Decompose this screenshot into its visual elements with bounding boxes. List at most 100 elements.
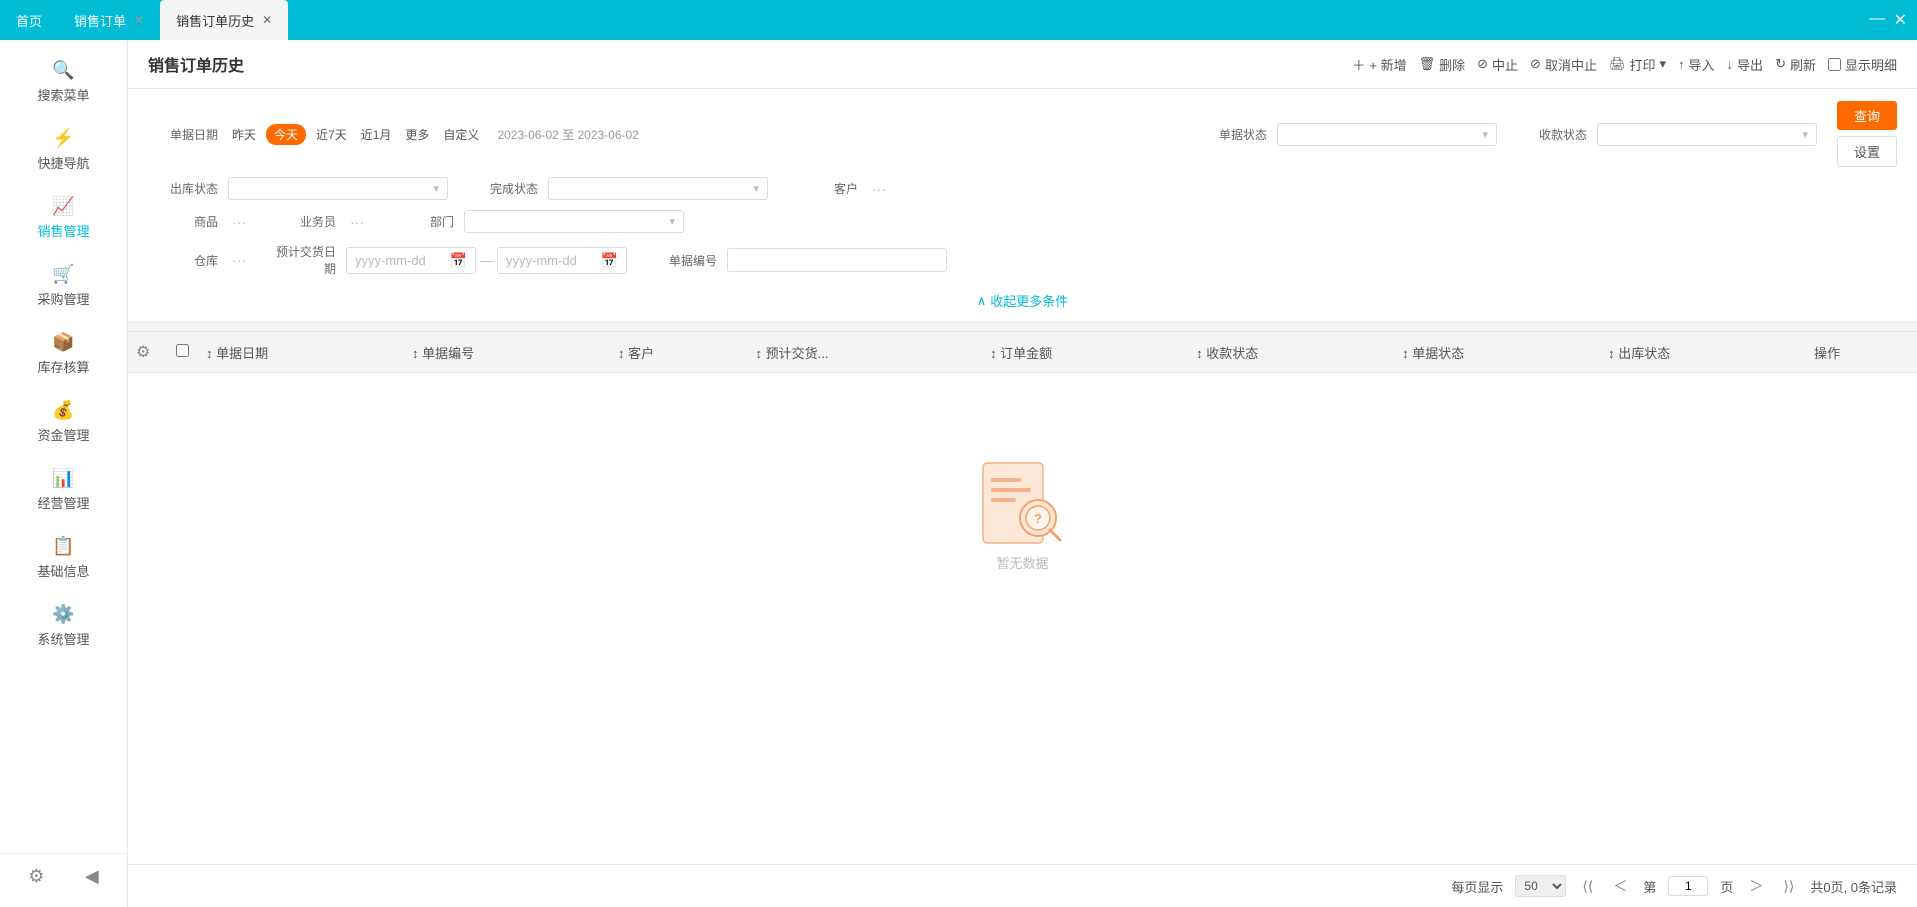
first-page-button[interactable]: ⟨⟨ (1578, 878, 1597, 895)
payment-status-select[interactable]: ▾ (1597, 123, 1817, 146)
delivery-status-label: 出库状态 (148, 180, 228, 197)
shortcut-1month[interactable]: 近1月 (357, 124, 396, 145)
date-shortcuts: 昨天 今天 近7天 近1月 更多 自定义 2023-06-02 至 2023-0… (228, 124, 639, 145)
stop-label: 中止 (1492, 55, 1518, 74)
collapse-up-icon: ∧ (977, 293, 987, 309)
order-status-label: 单据状态 (1197, 126, 1277, 143)
prev-page-button[interactable]: ＜ (1609, 876, 1631, 896)
page-size-label: 每页显示 (1451, 877, 1503, 896)
import-button[interactable]: ↑ 导入 (1678, 55, 1715, 74)
top-bar: 首页 销售订单 ✕ 销售订单历史 ✕ — ✕ (0, 0, 1917, 40)
delivery-date-end-value: yyyy-mm-dd (506, 253, 577, 268)
delivery-date-label: 预计交货日期 (266, 243, 346, 277)
delete-label: 删除 (1439, 55, 1465, 74)
refresh-icon: ↻ (1775, 56, 1786, 72)
goods-dots-btn[interactable]: ··· (232, 214, 246, 230)
sidebar-item-finance[interactable]: 💰 资金管理 (0, 388, 127, 456)
tab-sales-order[interactable]: 销售订单 ✕ (58, 0, 160, 40)
sidebar-item-purchase-mgmt[interactable]: 🛒 采购管理 (0, 252, 127, 320)
refresh-button[interactable]: ↻ 刷新 (1775, 55, 1816, 74)
table-footer: 每页显示 50 10 20 100 ⟨⟨ ＜ 第 页 ＞ ⟩⟩ 共0页, 0条记… (128, 864, 1917, 907)
warehouse-control: ··· (228, 252, 246, 268)
order-number-input[interactable] (727, 248, 947, 272)
date-label: 单据日期 (148, 126, 228, 143)
export-label: 导出 (1737, 55, 1763, 74)
shortcut-custom[interactable]: 自定义 (439, 124, 483, 145)
query-button[interactable]: 查询 (1837, 101, 1897, 130)
page-size-select[interactable]: 50 10 20 100 (1515, 875, 1566, 897)
delivery-date-start-input[interactable]: yyyy-mm-dd 📅 (346, 247, 476, 274)
warehouse-dots-btn[interactable]: ··· (232, 252, 246, 268)
th-number-label: ↕ 单据编号 (412, 346, 474, 361)
sidebar-item-operations[interactable]: 📊 经营管理 (0, 456, 127, 524)
sidebar-item-operations-label: 经营管理 (37, 493, 89, 512)
print-label: 打印 (1629, 55, 1655, 74)
salesperson-dots-btn[interactable]: ··· (350, 214, 364, 230)
delivery-status-arrow-icon: ▾ (433, 182, 439, 195)
completion-status-select[interactable]: ▾ (548, 177, 768, 200)
th-date: ↕ 单据日期 (198, 332, 404, 373)
close-icon[interactable]: ✕ (1894, 10, 1907, 30)
minimize-icon[interactable]: — (1870, 10, 1886, 30)
th-setting: ⚙ (128, 332, 168, 373)
completion-status-control: ▾ (548, 177, 768, 200)
sidebar-item-sales-mgmt-label: 销售管理 (37, 221, 89, 240)
sidebar-item-search-menu[interactable]: 🔍 搜索菜单 (0, 48, 127, 116)
order-number-label: 单据编号 (647, 252, 727, 269)
sales-mgmt-icon: 📈 (52, 196, 74, 217)
sidebar-item-system-mgmt[interactable]: ⚙️ 系统管理 (0, 592, 127, 660)
warehouse-label: 仓库 (148, 252, 228, 269)
delete-button[interactable]: 🗑 删除 (1419, 55, 1466, 74)
tab-sales-order-label: 销售订单 (74, 11, 126, 30)
last-page-button[interactable]: ⟩⟩ (1779, 878, 1798, 895)
content-area: 销售订单历史 ＋ + 新增 🗑 删除 ⊘ 中止 ⊘ 取消中止 (128, 40, 1917, 907)
table-gear-icon[interactable]: ⚙ (136, 344, 150, 361)
goods-label: 商品 (148, 213, 228, 230)
export-icon: ↓ (1727, 57, 1734, 72)
stop-button[interactable]: ⊘ 中止 (1477, 55, 1518, 74)
sidebar-item-inventory[interactable]: 📦 库存核算 (0, 320, 127, 388)
tab-sales-order-history-close[interactable]: ✕ (262, 13, 272, 27)
delivery-status-control: ▾ (228, 177, 448, 200)
sidebar-item-inventory-label: 库存核算 (37, 357, 89, 376)
sidebar-item-basic-info[interactable]: 📋 基础信息 (0, 524, 127, 592)
shortcut-today[interactable]: 今天 (266, 124, 306, 145)
select-all-checkbox[interactable] (176, 344, 189, 357)
finance-icon: 💰 (52, 400, 74, 421)
shortcut-7days[interactable]: 近7天 (312, 124, 351, 145)
department-select[interactable]: ▾ (464, 210, 684, 233)
svg-text:?: ? (1034, 511, 1042, 526)
shortcut-yesterday[interactable]: 昨天 (228, 124, 260, 145)
sidebar-item-sales-mgmt[interactable]: 📈 销售管理 (0, 184, 127, 252)
next-page-button[interactable]: ＞ (1745, 876, 1767, 896)
tab-home[interactable]: 首页 (0, 0, 58, 40)
collapse-text: 收起更多条件 (990, 291, 1068, 310)
delivery-status-select[interactable]: ▾ (228, 177, 448, 200)
order-status-select[interactable]: ▾ (1277, 123, 1497, 146)
th-delivery-date-label: ↕ 预计交货... (755, 346, 828, 361)
customer-dots-btn[interactable]: ··· (872, 181, 886, 197)
cancel-stop-button[interactable]: ⊘ 取消中止 (1530, 55, 1597, 74)
print-icon: 🖨 (1609, 56, 1626, 72)
show-detail-control[interactable]: 显示明细 (1828, 55, 1897, 74)
salesperson-label: 业务员 (266, 213, 346, 230)
sidebar-item-quick-nav[interactable]: ⚡ 快捷导航 (0, 116, 127, 184)
th-delivery-status: ↕ 出库状态 (1600, 332, 1806, 373)
delivery-date-end-input[interactable]: yyyy-mm-dd 📅 (497, 247, 627, 274)
show-detail-checkbox[interactable] (1828, 58, 1841, 71)
search-menu-icon: 🔍 (52, 60, 74, 81)
basic-info-icon: 📋 (52, 536, 74, 557)
export-button[interactable]: ↓ 导出 (1727, 55, 1764, 74)
import-label: 导入 (1689, 55, 1715, 74)
setting-button[interactable]: 设置 (1837, 136, 1897, 167)
sidebar-settings-icon[interactable]: ⚙ (28, 866, 44, 887)
shortcut-more[interactable]: 更多 (401, 124, 433, 145)
page-number-input[interactable] (1668, 876, 1708, 896)
tab-sales-order-close[interactable]: ✕ (134, 13, 144, 27)
sidebar-collapse-icon[interactable]: ◀ (85, 866, 99, 887)
collapse-button[interactable]: ∧ 收起更多条件 (977, 291, 1069, 310)
print-button[interactable]: 🖨 打印 ▾ (1609, 55, 1666, 74)
sidebar-bottom: ⚙ ◀ (0, 853, 127, 899)
new-button[interactable]: ＋ + 新增 (1352, 55, 1406, 74)
tab-sales-order-history[interactable]: 销售订单历史 ✕ (160, 0, 288, 40)
